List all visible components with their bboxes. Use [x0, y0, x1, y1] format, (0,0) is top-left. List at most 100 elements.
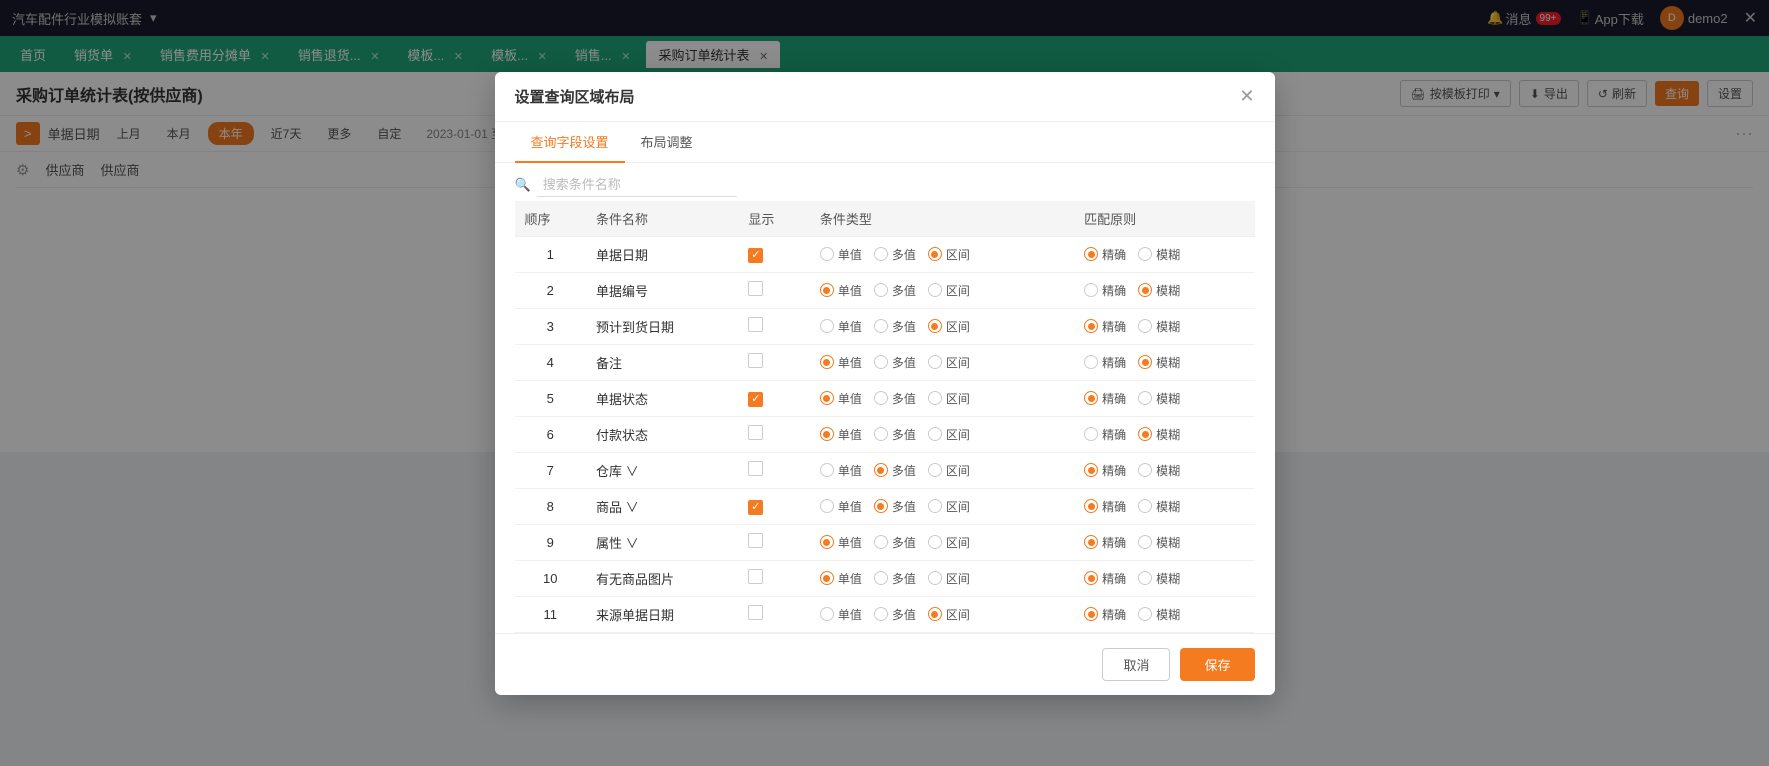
- type-radio-option[interactable]: 区间: [928, 570, 970, 587]
- row-display[interactable]: [738, 380, 810, 416]
- type-radio-option[interactable]: 多值: [874, 246, 916, 263]
- row-display[interactable]: [738, 308, 810, 344]
- type-radio-option[interactable]: 单值: [820, 354, 862, 371]
- match-radio-option[interactable]: 模糊: [1138, 462, 1180, 479]
- dialog-close-button[interactable]: ✕: [1239, 87, 1254, 105]
- display-checkbox[interactable]: [748, 605, 763, 620]
- row-display[interactable]: [738, 452, 810, 488]
- radio-button[interactable]: [874, 535, 888, 549]
- dialog-tab-layout[interactable]: 布局调整: [625, 122, 709, 163]
- row-display[interactable]: [738, 596, 810, 632]
- match-radio-option[interactable]: 模糊: [1138, 570, 1180, 587]
- radio-button[interactable]: [928, 427, 942, 441]
- save-button[interactable]: 保存: [1180, 648, 1254, 681]
- radio-button[interactable]: [1138, 247, 1152, 261]
- radio-button[interactable]: [874, 463, 888, 477]
- radio-button[interactable]: [1084, 355, 1098, 369]
- type-radio-option[interactable]: 区间: [928, 426, 970, 443]
- radio-button[interactable]: [1084, 247, 1098, 261]
- radio-button[interactable]: [820, 463, 834, 477]
- radio-button[interactable]: [928, 247, 942, 261]
- radio-button[interactable]: [874, 391, 888, 405]
- radio-button[interactable]: [1138, 283, 1152, 297]
- type-radio-option[interactable]: 区间: [928, 390, 970, 407]
- radio-button[interactable]: [1084, 571, 1098, 585]
- display-checkbox[interactable]: [748, 533, 763, 548]
- radio-button[interactable]: [928, 319, 942, 333]
- radio-button[interactable]: [820, 571, 834, 585]
- dialog-tab-query-fields[interactable]: 查询字段设置: [515, 122, 625, 163]
- radio-button[interactable]: [928, 355, 942, 369]
- match-radio-option[interactable]: 模糊: [1138, 282, 1180, 299]
- match-radio-option[interactable]: 精确: [1084, 426, 1126, 443]
- match-radio-option[interactable]: 模糊: [1138, 426, 1180, 443]
- dialog-search-input[interactable]: [537, 173, 737, 197]
- cancel-button[interactable]: 取消: [1102, 648, 1170, 681]
- radio-button[interactable]: [874, 355, 888, 369]
- type-radio-option[interactable]: 区间: [928, 282, 970, 299]
- radio-button[interactable]: [820, 427, 834, 441]
- row-display[interactable]: [738, 272, 810, 308]
- type-radio-option[interactable]: 区间: [928, 462, 970, 479]
- radio-button[interactable]: [928, 391, 942, 405]
- match-radio-option[interactable]: 精确: [1084, 282, 1126, 299]
- radio-button[interactable]: [1084, 607, 1098, 621]
- type-radio-option[interactable]: 单值: [820, 246, 862, 263]
- match-radio-option[interactable]: 精确: [1084, 534, 1126, 551]
- radio-button[interactable]: [1084, 499, 1098, 513]
- display-checkbox[interactable]: [748, 392, 763, 407]
- type-radio-option[interactable]: 区间: [928, 498, 970, 515]
- display-checkbox[interactable]: [748, 317, 763, 332]
- type-radio-option[interactable]: 区间: [928, 318, 970, 335]
- match-radio-option[interactable]: 精确: [1084, 390, 1126, 407]
- match-radio-option[interactable]: 精确: [1084, 318, 1126, 335]
- radio-button[interactable]: [1138, 607, 1152, 621]
- type-radio-option[interactable]: 多值: [874, 462, 916, 479]
- radio-button[interactable]: [1084, 463, 1098, 477]
- radio-button[interactable]: [1084, 427, 1098, 441]
- radio-button[interactable]: [928, 283, 942, 297]
- radio-button[interactable]: [928, 463, 942, 477]
- type-radio-option[interactable]: 区间: [928, 246, 970, 263]
- radio-button[interactable]: [928, 607, 942, 621]
- type-radio-option[interactable]: 多值: [874, 606, 916, 623]
- display-checkbox[interactable]: [748, 353, 763, 368]
- type-radio-option[interactable]: 区间: [928, 606, 970, 623]
- type-radio-option[interactable]: 多值: [874, 570, 916, 587]
- match-radio-option[interactable]: 精确: [1084, 354, 1126, 371]
- radio-button[interactable]: [820, 247, 834, 261]
- type-radio-option[interactable]: 多值: [874, 354, 916, 371]
- radio-button[interactable]: [1084, 283, 1098, 297]
- match-radio-option[interactable]: 模糊: [1138, 390, 1180, 407]
- match-radio-option[interactable]: 精确: [1084, 246, 1126, 263]
- match-radio-option[interactable]: 模糊: [1138, 246, 1180, 263]
- match-radio-option[interactable]: 精确: [1084, 498, 1126, 515]
- match-radio-option[interactable]: 模糊: [1138, 354, 1180, 371]
- row-display[interactable]: [738, 416, 810, 452]
- radio-button[interactable]: [874, 571, 888, 585]
- radio-button[interactable]: [820, 319, 834, 333]
- radio-button[interactable]: [874, 247, 888, 261]
- type-radio-option[interactable]: 单值: [820, 462, 862, 479]
- match-radio-option[interactable]: 模糊: [1138, 318, 1180, 335]
- radio-button[interactable]: [1084, 319, 1098, 333]
- match-radio-option[interactable]: 模糊: [1138, 534, 1180, 551]
- radio-button[interactable]: [820, 535, 834, 549]
- type-radio-option[interactable]: 单值: [820, 606, 862, 623]
- type-radio-option[interactable]: 区间: [928, 354, 970, 371]
- display-checkbox[interactable]: [748, 281, 763, 296]
- radio-button[interactable]: [1138, 463, 1152, 477]
- type-radio-option[interactable]: 单值: [820, 498, 862, 515]
- radio-button[interactable]: [1138, 427, 1152, 441]
- type-radio-option[interactable]: 多值: [874, 426, 916, 443]
- type-radio-option[interactable]: 单值: [820, 426, 862, 443]
- radio-button[interactable]: [874, 499, 888, 513]
- type-radio-option[interactable]: 多值: [874, 318, 916, 335]
- radio-button[interactable]: [820, 355, 834, 369]
- display-checkbox[interactable]: [748, 425, 763, 440]
- match-radio-option[interactable]: 精确: [1084, 606, 1126, 623]
- radio-button[interactable]: [1138, 319, 1152, 333]
- radio-button[interactable]: [874, 283, 888, 297]
- radio-button[interactable]: [928, 571, 942, 585]
- display-checkbox[interactable]: [748, 500, 763, 515]
